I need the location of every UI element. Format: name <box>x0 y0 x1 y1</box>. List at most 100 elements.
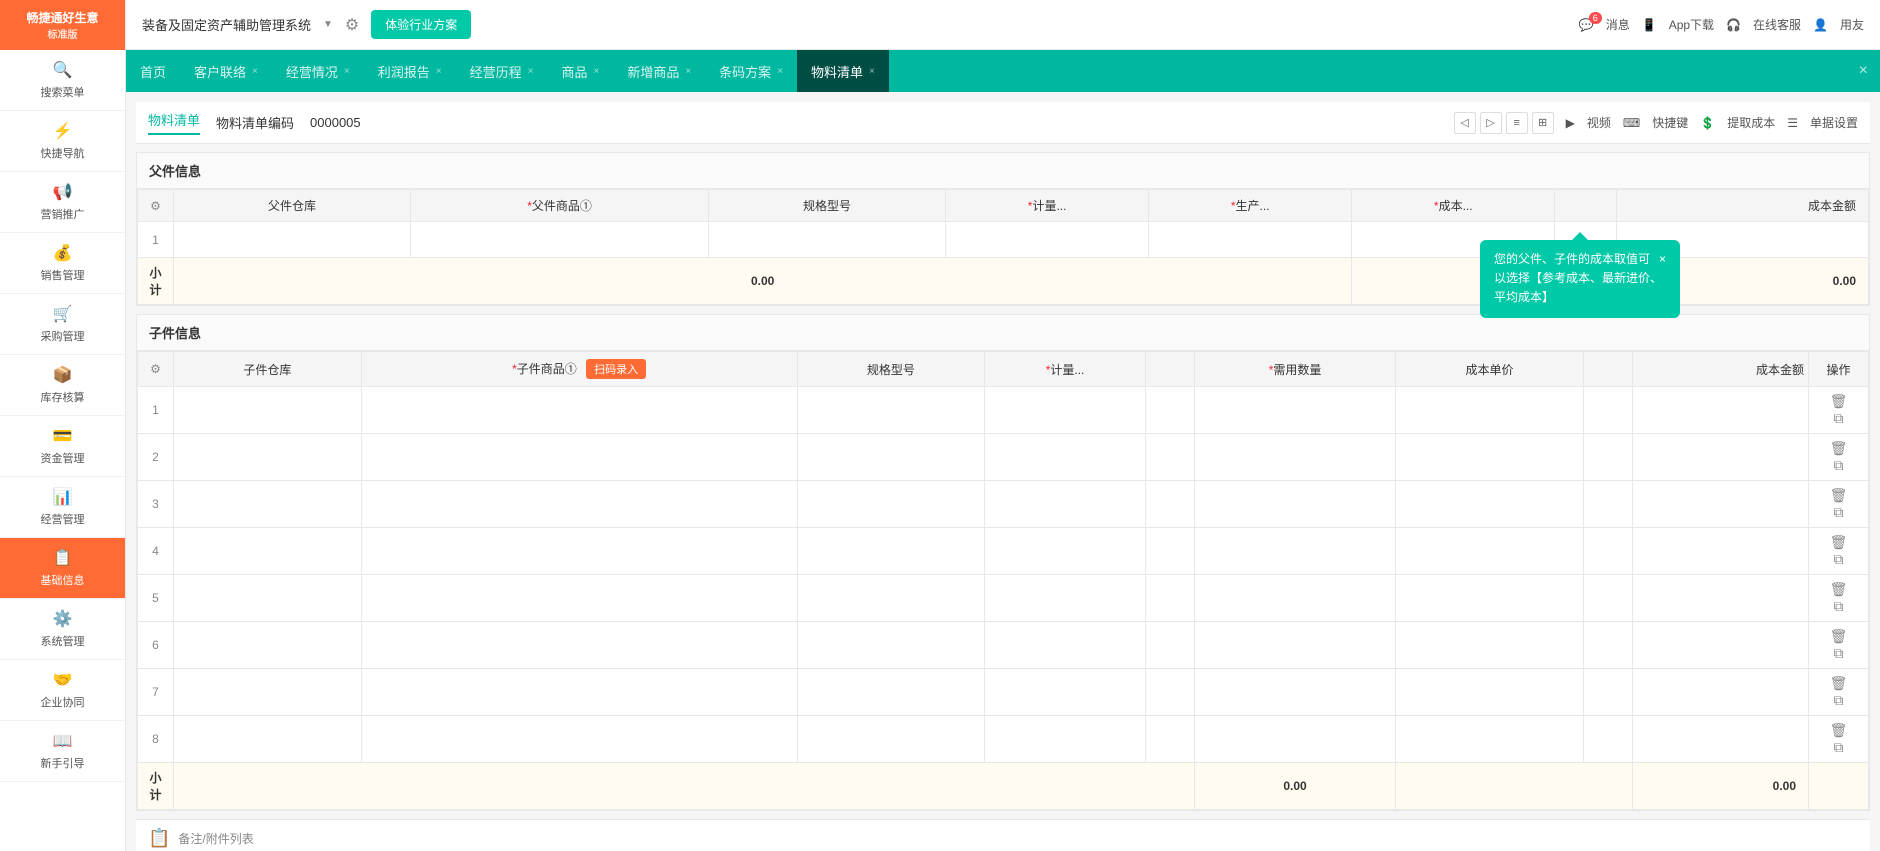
child-cell-unit-4[interactable] <box>985 528 1146 575</box>
settings-label[interactable]: 单据设置 <box>1810 114 1858 131</box>
copy-icon-6[interactable]: ⧉ <box>1834 645 1844 661</box>
user-label[interactable]: 用友 <box>1840 16 1864 33</box>
child-cell-unit-5[interactable] <box>985 575 1146 622</box>
copy-icon-4[interactable]: ⧉ <box>1834 551 1844 567</box>
nav-next-btn[interactable]: ▷ <box>1480 112 1502 134</box>
child-cell-warehouse-6[interactable] <box>174 622 362 669</box>
child-cell-warehouse-8[interactable] <box>174 716 362 763</box>
tab-bom-close[interactable]: × <box>869 66 875 77</box>
child-cell-qty-6[interactable] <box>1194 622 1395 669</box>
delete-icon-4[interactable]: 🗑 <box>1830 534 1848 550</box>
sub-tab-bom[interactable]: 物料清单 <box>148 110 200 135</box>
child-cell-unit-2[interactable] <box>985 434 1146 481</box>
copy-icon-3[interactable]: ⧉ <box>1834 504 1844 520</box>
child-cell-price-3[interactable] <box>1396 481 1584 528</box>
sidebar-item-quicknav[interactable]: ⚡ 快捷导航 <box>0 111 125 172</box>
online-service-label[interactable]: 在线客服 <box>1753 16 1801 33</box>
tab-barcode-close[interactable]: × <box>777 66 783 77</box>
nav-menu-btn[interactable]: ≡ <box>1506 112 1528 134</box>
copy-icon-2[interactable]: ⧉ <box>1834 457 1844 473</box>
app-download-label[interactable]: App下载 <box>1669 16 1714 33</box>
tab-home[interactable]: 首页 <box>126 50 180 92</box>
try-button[interactable]: 体验行业方案 <box>371 10 471 39</box>
tab-history[interactable]: 经营历程 × <box>456 50 548 92</box>
child-cell-qty-2[interactable] <box>1194 434 1395 481</box>
child-cell-warehouse-2[interactable] <box>174 434 362 481</box>
child-cell-spec-4[interactable] <box>797 528 985 575</box>
sidebar-item-sales[interactable]: 💰 销售管理 <box>0 233 125 294</box>
copy-icon-1[interactable]: ⧉ <box>1834 410 1844 426</box>
sidebar-item-management[interactable]: 📊 经营管理 <box>0 477 125 538</box>
delete-icon-5[interactable]: 🗑 <box>1830 581 1848 597</box>
child-cell-warehouse-5[interactable] <box>174 575 362 622</box>
child-cell-spec-3[interactable] <box>797 481 985 528</box>
delete-icon-8[interactable]: 🗑 <box>1830 722 1848 738</box>
nav-list-btn[interactable]: ⊞ <box>1532 112 1554 134</box>
tab-profit-close[interactable]: × <box>436 66 442 77</box>
tab-goods[interactable]: 商品 × <box>547 50 613 92</box>
delete-icon-2[interactable]: 🗑 <box>1830 440 1848 456</box>
child-col-gear[interactable]: ⚙ <box>138 352 174 387</box>
child-cell-goods-7[interactable] <box>361 669 797 716</box>
tab-customer-close[interactable]: × <box>252 66 258 77</box>
child-cell-warehouse-3[interactable] <box>174 481 362 528</box>
tab-new-goods[interactable]: 新增商品 × <box>613 50 705 92</box>
parent-col-gear[interactable]: ⚙ <box>138 190 174 222</box>
child-cell-goods-6[interactable] <box>361 622 797 669</box>
tab-goods-close[interactable]: × <box>593 66 599 77</box>
tab-close-all[interactable]: × <box>1847 62 1880 80</box>
shortcut-label[interactable]: 快捷键 <box>1652 114 1688 131</box>
delete-icon-3[interactable]: 🗑 <box>1830 487 1848 503</box>
child-cell-unit-1[interactable] <box>985 387 1146 434</box>
sidebar-item-marketing[interactable]: 📢 营销推广 <box>0 172 125 233</box>
child-cell-qty-1[interactable] <box>1194 387 1395 434</box>
tab-new-goods-close[interactable]: × <box>685 66 691 77</box>
child-cell-warehouse-1[interactable] <box>174 387 362 434</box>
sidebar-item-search[interactable]: 🔍 搜索菜单 <box>0 50 125 111</box>
messages-button[interactable]: 💬 6 <box>1579 18 1594 32</box>
child-cell-qty-4[interactable] <box>1194 528 1395 575</box>
child-cell-unit-7[interactable] <box>985 669 1146 716</box>
tab-operation-close[interactable]: × <box>344 66 350 77</box>
sidebar-item-guide[interactable]: 📖 新手引导 <box>0 721 125 782</box>
scan-button[interactable]: 扫码录入 <box>586 359 646 379</box>
parent-cell-unit-1[interactable] <box>946 222 1149 258</box>
sidebar-item-system[interactable]: ⚙️ 系统管理 <box>0 599 125 660</box>
child-cell-goods-1[interactable] <box>361 387 797 434</box>
delete-icon-6[interactable]: 🗑 <box>1830 628 1848 644</box>
sidebar-item-finance[interactable]: 💳 资金管理 <box>0 416 125 477</box>
cost-label[interactable]: 提取成本 <box>1727 114 1775 131</box>
child-gear-icon[interactable]: ⚙ <box>150 362 161 376</box>
child-cell-qty-5[interactable] <box>1194 575 1395 622</box>
child-cell-goods-8[interactable] <box>361 716 797 763</box>
tab-barcode[interactable]: 条码方案 × <box>705 50 797 92</box>
parent-cell-spec-1[interactable] <box>708 222 945 258</box>
child-cell-qty-3[interactable] <box>1194 481 1395 528</box>
child-cell-price-1[interactable] <box>1396 387 1584 434</box>
parent-cell-produce-1[interactable] <box>1149 222 1352 258</box>
nav-prev-btn[interactable]: ◁ <box>1454 112 1476 134</box>
tab-profit[interactable]: 利润报告 × <box>364 50 456 92</box>
sidebar-item-enterprise[interactable]: 🤝 企业协同 <box>0 660 125 721</box>
child-cell-unit-6[interactable] <box>985 622 1146 669</box>
tooltip-close-button[interactable]: × <box>1659 250 1666 269</box>
delete-icon-1[interactable]: 🗑 <box>1830 393 1848 409</box>
tab-bom[interactable]: 物料清单 × <box>797 50 889 92</box>
child-cell-spec-7[interactable] <box>797 669 985 716</box>
parent-cell-warehouse-1[interactable] <box>174 222 411 258</box>
child-cell-qty-7[interactable] <box>1194 669 1395 716</box>
child-cell-unit-8[interactable] <box>985 716 1146 763</box>
child-cell-spec-2[interactable] <box>797 434 985 481</box>
child-cell-price-7[interactable] <box>1396 669 1584 716</box>
child-cell-qty-8[interactable] <box>1194 716 1395 763</box>
child-cell-spec-8[interactable] <box>797 716 985 763</box>
topbar-dropdown-arrow[interactable]: ▼ <box>323 19 333 30</box>
copy-icon-5[interactable]: ⧉ <box>1834 598 1844 614</box>
parent-cell-goods-1[interactable] <box>411 222 709 258</box>
child-cell-warehouse-4[interactable] <box>174 528 362 575</box>
child-cell-price-8[interactable] <box>1396 716 1584 763</box>
sidebar-item-basic-info[interactable]: 📋 基础信息 <box>0 538 125 599</box>
child-cell-goods-4[interactable] <box>361 528 797 575</box>
child-cell-goods-3[interactable] <box>361 481 797 528</box>
child-cell-unit-3[interactable] <box>985 481 1146 528</box>
